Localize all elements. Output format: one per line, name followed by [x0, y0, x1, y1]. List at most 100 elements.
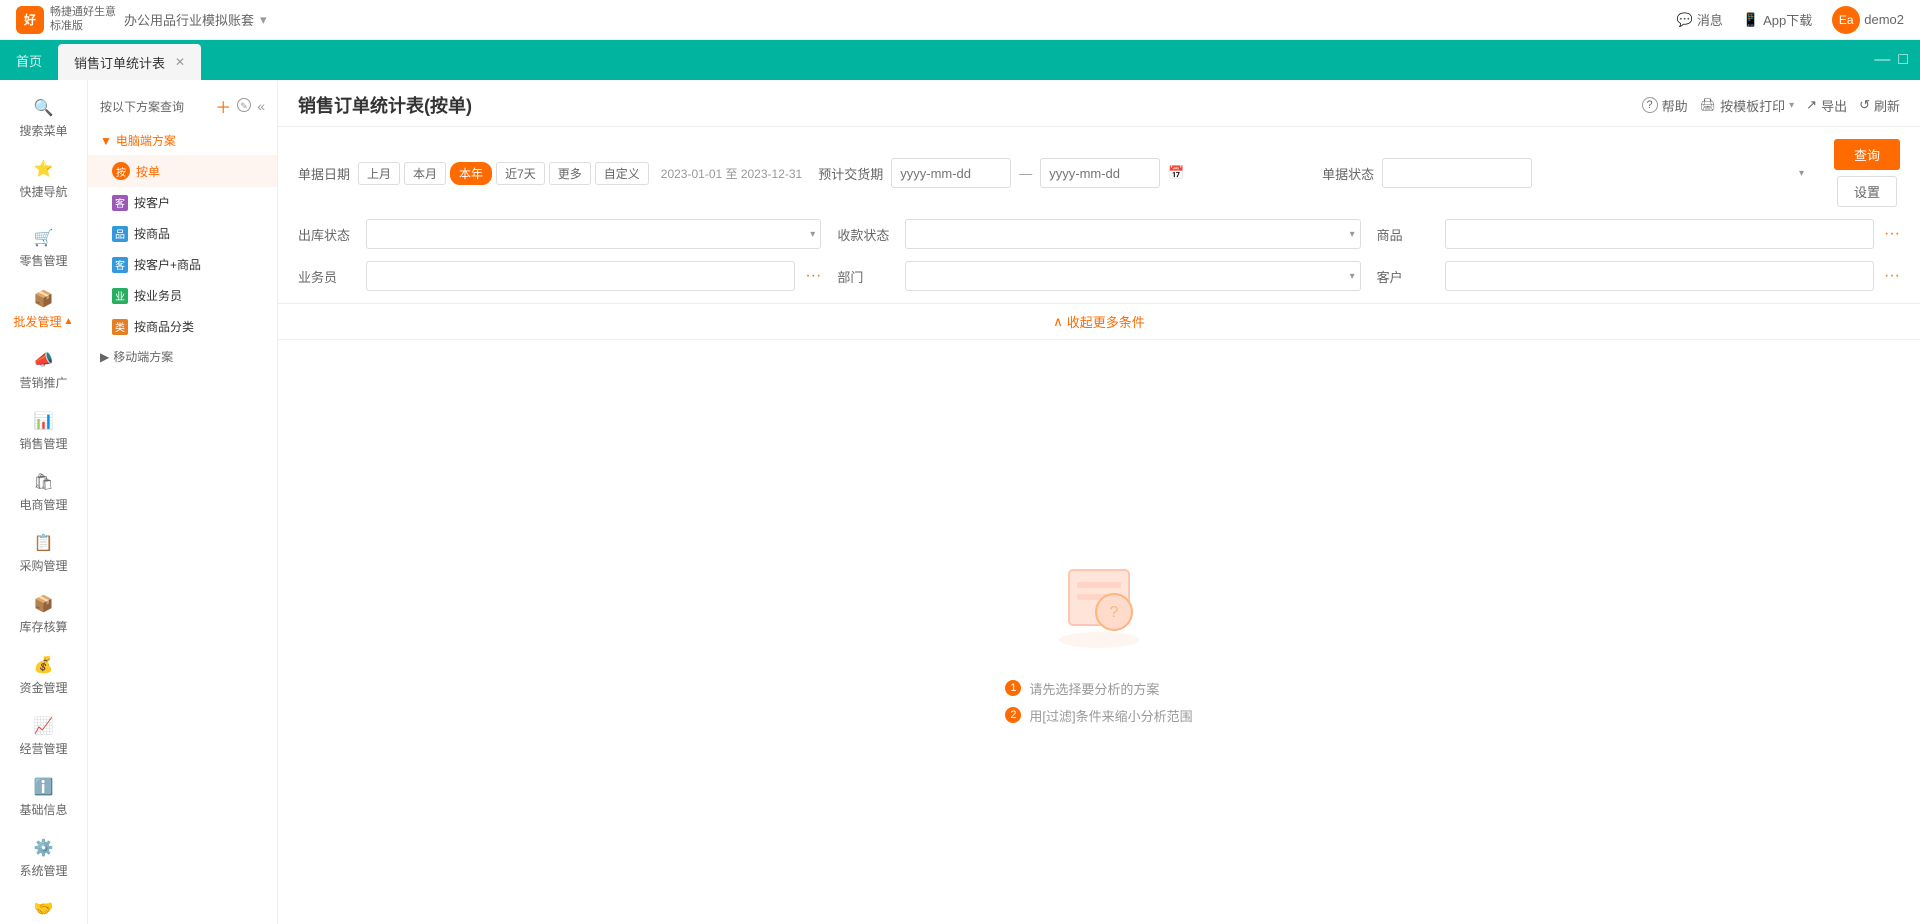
tip-2-num: 2: [1005, 707, 1021, 723]
sidebar-item-retail-mgmt[interactable]: 🛒 零售管理: [0, 218, 87, 279]
settings-btn[interactable]: 设置: [1837, 176, 1897, 207]
tab-sales-order-stat[interactable]: 销售订单统计表 ✕: [58, 44, 201, 80]
message-action[interactable]: 💬 消息: [1677, 10, 1723, 29]
refresh-btn[interactable]: ↺ 刷新: [1859, 96, 1900, 115]
tab-home[interactable]: 首页: [0, 40, 58, 80]
page-title: 销售订单统计表(按单): [298, 92, 472, 118]
scheme-section-desktop: ▼ 电脑端方案 按 按单 客 按客户 品 按商品 客 按客户+商品: [88, 126, 277, 342]
sidebar-item-inventory[interactable]: 📦 库存核算: [0, 584, 87, 645]
sidebar-item-inventory-label: 库存核算: [19, 618, 67, 635]
sidebar-item-marketing[interactable]: 📣 营销推广: [0, 340, 87, 401]
scheme-item-by-order[interactable]: 按 按单: [88, 155, 277, 187]
goods-label: 商品: [1377, 225, 1437, 244]
main-layout: 🔍 搜索菜单 ⭐ 快捷导航 🛒 零售管理 📦 批发管理 ▲ 📣 营销推广 📊 销…: [0, 80, 1920, 924]
scheme-header: 按以下方案查询 ＋ ✎ «: [88, 90, 277, 126]
date-label: 单据日期: [298, 164, 350, 183]
svg-text:✎: ✎: [240, 101, 248, 111]
salesperson-more-dots[interactable]: ···: [805, 267, 821, 285]
date-to-input[interactable]: [1040, 158, 1160, 188]
goods-more-dots[interactable]: ···: [1884, 225, 1900, 243]
last-month-btn[interactable]: 上月: [358, 162, 400, 185]
scheme-section-mobile-label: 移动端方案: [113, 348, 173, 365]
department-select[interactable]: [905, 261, 1360, 291]
help-btn[interactable]: ? 帮助: [1642, 96, 1688, 115]
sidebar-item-ecommerce[interactable]: 🛍 电商管理: [0, 462, 87, 523]
status-select-wrapper: ▾: [1382, 158, 1810, 188]
scheme-section-mobile-title[interactable]: ▶ 移动端方案: [88, 342, 277, 371]
customer-more-dots[interactable]: ···: [1884, 267, 1900, 285]
salesperson-input[interactable]: [366, 261, 795, 291]
sidebar-item-wholesale-mgmt[interactable]: 📦 批发管理 ▲: [0, 279, 87, 340]
scheme-item-by-goods-category[interactable]: 类 按商品分类: [88, 311, 277, 342]
sidebar-item-purchase[interactable]: 📋 采购管理: [0, 523, 87, 584]
customer-group: 客户 ···: [1377, 261, 1900, 291]
collapse-btn[interactable]: ∧ 收起更多条件: [1053, 312, 1145, 331]
sidebar-item-quick-nav[interactable]: ⭐ 快捷导航: [0, 149, 87, 210]
app-download-icon: 📱: [1743, 12, 1759, 28]
export-btn[interactable]: ↗ 导出: [1806, 96, 1847, 115]
sidebar-item-finance[interactable]: 💰 资金管理: [0, 645, 87, 706]
logo-text: 畅捷通好生意 标准版: [50, 6, 116, 32]
scheme-header-actions: ＋ ✎ «: [215, 94, 265, 118]
main-content: 销售订单统计表(按单) ? 帮助 🖨 按模板打印 ▾ ↗ 导出: [278, 80, 1920, 924]
scheme-edit-btn[interactable]: ✎: [237, 98, 251, 115]
more-date-btn[interactable]: 更多: [549, 162, 591, 185]
sidebar-item-basic-info[interactable]: ℹ️ 基础信息: [0, 767, 87, 828]
scheme-add-btn[interactable]: ＋: [215, 94, 231, 118]
tip-1-text: 请先选择要分析的方案: [1029, 679, 1159, 698]
scheme-item-by-customer-goods[interactable]: 客 按客户+商品: [88, 249, 277, 280]
collapse-bar[interactable]: ∧ 收起更多条件: [278, 304, 1920, 340]
date-from-input[interactable]: [891, 158, 1011, 188]
scheme-item-by-customer[interactable]: 客 按客户: [88, 187, 277, 218]
sidebar-item-finance-label: 资金管理: [19, 679, 67, 696]
scheme-item-by-goods[interactable]: 品 按商品: [88, 218, 277, 249]
filter-row-3: 业务员 ··· 部门 ▾ 客户 ···: [298, 261, 1900, 291]
shipping-status-select[interactable]: [366, 219, 821, 249]
expected-delivery-group: 预计交货期 — 📅: [818, 158, 1306, 188]
user-profile[interactable]: Ea demo2: [1832, 6, 1904, 34]
sidebar-item-ops[interactable]: 📈 经营管理: [0, 706, 87, 767]
app-download-action[interactable]: 📱 App下载: [1743, 10, 1812, 29]
sidebar-item-sales-mgmt-label: 销售管理: [19, 435, 67, 452]
status-select[interactable]: [1382, 158, 1532, 188]
last-7-days-btn[interactable]: 近7天: [496, 162, 545, 185]
tab-close-icon[interactable]: ✕: [175, 55, 185, 69]
content-panel: 按以下方案查询 ＋ ✎ « ▼ 电脑端方案 按 按单: [88, 80, 1920, 924]
customer-input[interactable]: [1445, 261, 1874, 291]
sidebar-item-corp-collab[interactable]: 🤝 企业协同: [0, 889, 87, 924]
sys-mgmt-icon: ⚙️: [34, 838, 54, 858]
window-maximize-btn[interactable]: □: [1898, 51, 1908, 69]
collection-status-select[interactable]: [905, 219, 1360, 249]
query-btn[interactable]: 查询: [1834, 139, 1900, 170]
department-label: 部门: [837, 267, 897, 286]
sidebar-item-sales-mgmt[interactable]: 📊 销售管理: [0, 401, 87, 462]
goods-group: 商品 ···: [1377, 219, 1900, 249]
template-print-btn[interactable]: 🖨 按模板打印 ▾: [1700, 96, 1795, 115]
scheme-header-title: 按以下方案查询: [100, 98, 184, 115]
scheme-item-by-salesperson[interactable]: 业 按业务员: [88, 280, 277, 311]
custom-date-btn[interactable]: 自定义: [595, 162, 649, 185]
app-title-dropdown-icon[interactable]: ▾: [260, 12, 267, 28]
scheme-section-mobile: ▶ 移动端方案: [88, 342, 277, 371]
scheme-item-by-customer-icon: 客: [112, 195, 128, 211]
window-minimize-btn[interactable]: —: [1874, 51, 1890, 69]
scheme-section-desktop-title[interactable]: ▼ 电脑端方案: [88, 126, 277, 155]
department-group: 部门 ▾: [837, 261, 1360, 291]
salesperson-group: 业务员 ···: [298, 261, 821, 291]
help-icon: ?: [1642, 97, 1658, 113]
sidebar-item-search-menu[interactable]: 🔍 搜索菜单: [0, 88, 87, 149]
this-year-btn[interactable]: 本年: [450, 162, 492, 185]
sidebar-item-sys-mgmt[interactable]: ⚙️ 系统管理: [0, 828, 87, 889]
this-month-btn[interactable]: 本月: [404, 162, 446, 185]
goods-input[interactable]: [1445, 219, 1874, 249]
top-bar-left: 好 畅捷通好生意 标准版 办公用品行业模拟账套 ▾: [16, 6, 267, 34]
date-separator: —: [1019, 166, 1032, 181]
tab-home-label: 首页: [16, 51, 42, 70]
wholesale-mgmt-icon: 📦: [34, 289, 54, 309]
calendar-icon[interactable]: 📅: [1168, 165, 1184, 181]
template-print-dropdown[interactable]: ▾: [1789, 100, 1794, 111]
page-header: 销售订单统计表(按单) ? 帮助 🖨 按模板打印 ▾ ↗ 导出: [278, 80, 1920, 127]
template-print-icon: 🖨: [1700, 97, 1717, 113]
scheme-item-by-goods-label: 按商品: [134, 225, 170, 242]
scheme-collapse-btn[interactable]: «: [257, 98, 265, 114]
